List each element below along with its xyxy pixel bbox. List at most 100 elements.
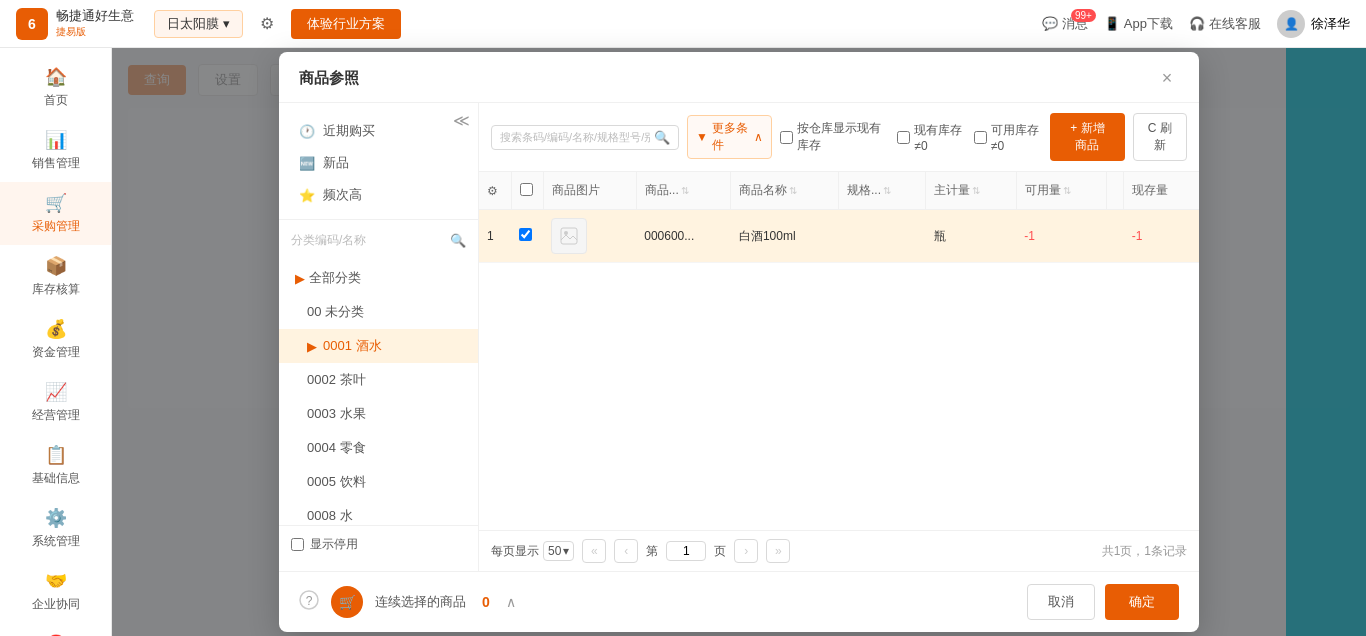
- sidebar-item-home[interactable]: 🏠 首页: [0, 56, 111, 119]
- th-checkbox: [511, 172, 543, 210]
- page-first-button[interactable]: «: [582, 539, 606, 563]
- nonzero-stock-checkbox[interactable]: [897, 131, 910, 144]
- cat-item-fruit[interactable]: 0003 水果: [279, 397, 478, 431]
- th-spec-label: 规格...: [847, 182, 881, 199]
- sales-icon: 📊: [45, 129, 67, 151]
- app-download-button[interactable]: 📱 App下载: [1104, 15, 1173, 33]
- cat-item-tea[interactable]: 0002 茶叶: [279, 363, 478, 397]
- filter-label: 更多条件: [712, 120, 750, 154]
- sidebar-item-basic-info[interactable]: 📋 基础信息: [0, 434, 111, 497]
- modal-header: 商品参照 ×: [279, 52, 1199, 103]
- cell-index: 1: [479, 210, 511, 263]
- logo-sub-text: 捷易版: [56, 25, 134, 39]
- quick-access-section: 🕐 近期购买 🆕 新品 ⭐ 频次高: [279, 111, 478, 215]
- panel-collapse-icon[interactable]: ≪: [453, 111, 470, 130]
- table-row[interactable]: 1: [479, 210, 1199, 263]
- pagination-bar: 每页显示 50 ▾ « ‹ 第 页 ›: [479, 530, 1199, 571]
- sidebar-item-operations[interactable]: 📈 经营管理: [0, 371, 111, 434]
- online-service-label: 在线客服: [1209, 15, 1261, 33]
- footer-collapse-icon[interactable]: ∧: [506, 594, 516, 610]
- row-checkbox[interactable]: [519, 228, 532, 241]
- product-search-input[interactable]: [500, 130, 650, 144]
- cart-button[interactable]: 🛒: [331, 586, 363, 618]
- sidebar: 🏠 首页 📊 销售管理 🛒 采购管理 📦 库存核算 💰 资金管理 📈 经营管理 …: [0, 48, 112, 636]
- confirm-button[interactable]: 确定: [1105, 584, 1179, 620]
- company-dropdown[interactable]: 日太阳膜 ▾: [154, 10, 243, 38]
- show-disabled-checkbox[interactable]: [291, 538, 304, 551]
- nonzero-stock-filter[interactable]: 现有库存≠0: [897, 122, 965, 153]
- page-number-input[interactable]: [666, 541, 706, 561]
- settings-icon[interactable]: ⚙: [251, 8, 283, 40]
- sidebar-item-collab[interactable]: 🤝 企业协同: [0, 560, 111, 623]
- page-last-button[interactable]: »: [766, 539, 790, 563]
- available-stock-checkbox[interactable]: [974, 131, 987, 144]
- warehouse-stock-filter[interactable]: 按仓库显示现有库存: [780, 120, 889, 154]
- modal-close-button[interactable]: ×: [1155, 66, 1179, 90]
- cat-item-liquor[interactable]: ▶ 0001 酒水: [279, 329, 478, 363]
- sidebar-item-system-label: 系统管理: [32, 533, 80, 550]
- quick-item-frequent[interactable]: ⭐ 频次高: [287, 179, 470, 211]
- sidebar-item-basic-info-label: 基础信息: [32, 470, 80, 487]
- cat-item-snacks[interactable]: 0004 零食: [279, 431, 478, 465]
- sort-unit-icon: ⇅: [972, 185, 980, 196]
- sidebar-item-system[interactable]: ⚙️ 系统管理: [0, 497, 111, 560]
- th-code-sort[interactable]: 商品... ⇅: [645, 182, 723, 199]
- available-stock-filter[interactable]: 可用库存≠0: [974, 122, 1042, 153]
- user-avatar-area[interactable]: 👤 徐泽华: [1277, 10, 1350, 38]
- th-name-sort[interactable]: 商品名称 ⇅: [739, 182, 830, 199]
- cat-arrow-active-icon: ▶: [307, 339, 317, 354]
- show-disabled-label[interactable]: 显示停用: [310, 536, 358, 553]
- th-name-label: 商品名称: [739, 182, 787, 199]
- sidebar-item-home-label: 首页: [44, 92, 68, 109]
- help-icon[interactable]: ?: [299, 590, 319, 614]
- cat-item-water[interactable]: 0008 水: [279, 499, 478, 525]
- category-search-icon[interactable]: 🔍: [450, 233, 466, 248]
- sidebar-item-sales[interactable]: 📊 销售管理: [0, 119, 111, 182]
- per-page-dropdown[interactable]: 50 ▾: [543, 541, 574, 561]
- product-table: ⚙ 商品图片: [479, 172, 1199, 263]
- th-spec: 规格... ⇅: [838, 172, 926, 210]
- th-available-sort[interactable]: 可用量 ⇅: [1025, 182, 1098, 199]
- warehouse-stock-label: 按仓库显示现有库存: [797, 120, 889, 154]
- sidebar-item-inventory[interactable]: 📦 库存核算: [0, 245, 111, 308]
- warehouse-stock-checkbox[interactable]: [780, 131, 793, 144]
- divider1: [279, 219, 478, 220]
- cat-item-uncategorized[interactable]: 00 未分类: [279, 295, 478, 329]
- cell-unit: 瓶: [926, 210, 1016, 263]
- cat-tea-label: 0002 茶叶: [307, 371, 366, 389]
- messages-button[interactable]: 💬 消息 99+: [1042, 15, 1088, 33]
- cell-checkbox[interactable]: [511, 210, 543, 263]
- cell-available: -1: [1016, 210, 1106, 263]
- th-spec-sort[interactable]: 规格... ⇅: [847, 182, 918, 199]
- more-filter-button[interactable]: ▼ 更多条件 ∧: [687, 115, 772, 159]
- select-all-checkbox[interactable]: [520, 183, 533, 196]
- cat-item-all[interactable]: ▶ 全部分类: [279, 261, 478, 295]
- th-unit-sort[interactable]: 主计量 ⇅: [934, 182, 1007, 199]
- sidebar-item-sales-label: 销售管理: [32, 155, 80, 172]
- product-search-box[interactable]: 🔍: [491, 125, 679, 150]
- trial-button[interactable]: 体验行业方案: [291, 9, 401, 39]
- page-prev-button[interactable]: ‹: [614, 539, 638, 563]
- messages-badge: 99+: [1071, 9, 1096, 22]
- logo-area: 6 畅捷通好生意 捷易版: [16, 8, 134, 40]
- quick-item-new[interactable]: 🆕 新品: [287, 147, 470, 179]
- cat-liquor-label: 0001 酒水: [323, 337, 382, 355]
- cat-fruit-label: 0003 水果: [307, 405, 366, 423]
- quick-item-recent[interactable]: 🕐 近期购买: [287, 115, 470, 147]
- page-next-button[interactable]: ›: [734, 539, 758, 563]
- sidebar-item-finance-label: 资金管理: [32, 344, 80, 361]
- sidebar-item-finance[interactable]: 💰 资金管理: [0, 308, 111, 371]
- add-product-button[interactable]: + 新增商品: [1050, 113, 1124, 161]
- cancel-button[interactable]: 取消: [1027, 584, 1095, 620]
- product-reference-modal: 商品参照 × ≪ 🕐 近期购买: [279, 52, 1199, 632]
- main-layout: 🏠 首页 📊 销售管理 🛒 采购管理 📦 库存核算 💰 资金管理 📈 经营管理 …: [0, 48, 1366, 636]
- table-header: ⚙ 商品图片: [479, 172, 1199, 210]
- online-service-button[interactable]: 🎧 在线客服: [1189, 15, 1261, 33]
- sidebar-item-purchase[interactable]: 🛒 采购管理: [0, 182, 111, 245]
- column-settings-icon[interactable]: ⚙: [487, 184, 498, 198]
- sidebar-item-guide[interactable]: 🎯 新手引导: [0, 623, 111, 636]
- cat-item-drinks[interactable]: 0005 饮料: [279, 465, 478, 499]
- category-search-placeholder: 分类编码/名称: [291, 232, 446, 249]
- refresh-button[interactable]: C 刷新: [1133, 113, 1188, 161]
- th-name: 商品名称 ⇅: [731, 172, 839, 210]
